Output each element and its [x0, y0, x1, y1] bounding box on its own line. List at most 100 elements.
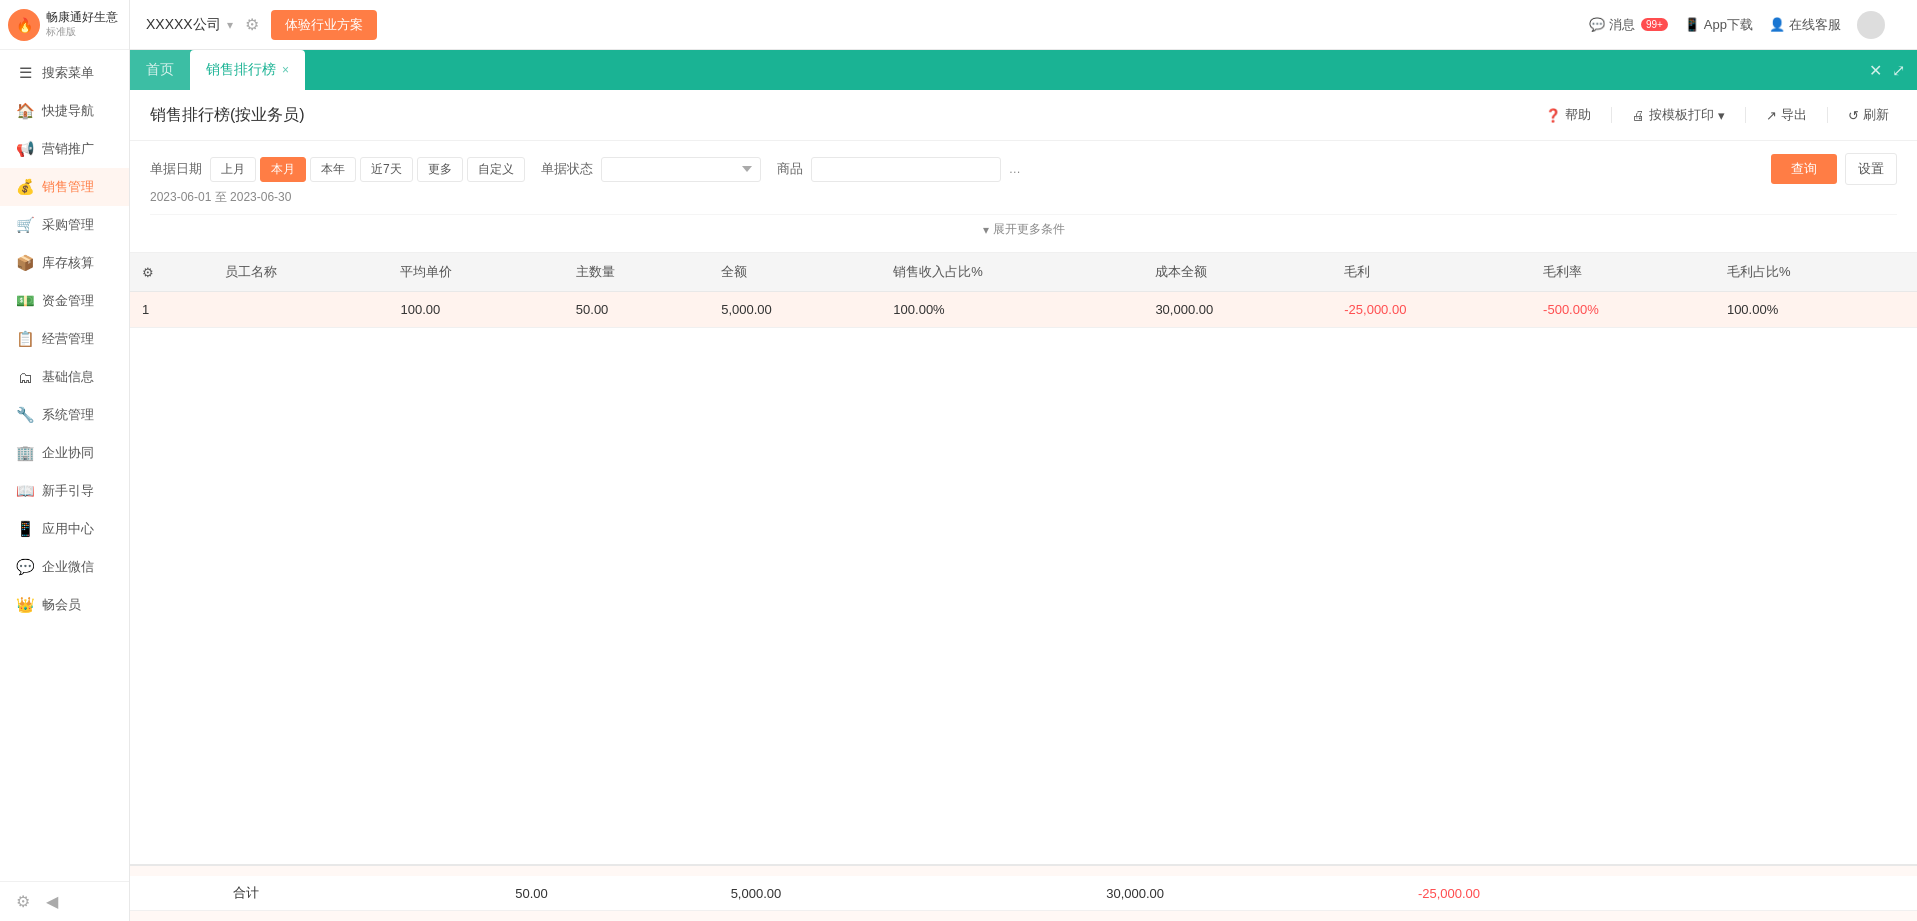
col-header-gross: 毛利: [1332, 253, 1531, 292]
filter-area: 单据日期 上月本月本年近7天更多自定义 单据状态 商品 …: [130, 141, 1917, 253]
date-filter-group: 单据日期 上月本月本年近7天更多自定义: [150, 157, 525, 182]
cell-avg_price: 100.00: [388, 292, 563, 328]
online-service-icon: 👤: [1769, 17, 1785, 32]
sidebar-icon-search: ☰: [16, 64, 34, 82]
goods-filter-group: 商品 …: [777, 157, 1021, 182]
divider3: [1827, 107, 1828, 123]
refresh-button[interactable]: ↺ 刷新: [1840, 102, 1897, 128]
footer-cell-gross: -25,000.00: [1406, 876, 1734, 911]
date-filter-label: 单据日期: [150, 160, 202, 178]
footer-cell-gross_pct: [1826, 876, 1917, 911]
logo-text: 畅康通好生意: [46, 10, 118, 26]
sidebar-item-member[interactable]: 👑畅会员: [0, 586, 129, 624]
goods-input[interactable]: [811, 157, 1001, 182]
sidebar-item-inventory[interactable]: 📦 库存核算: [0, 244, 129, 282]
status-label: 单据状态: [541, 160, 593, 178]
table-area: ⚙员工名称平均单价主数量全额销售收入占比%成本全额毛利毛利率毛利占比% 1100…: [130, 253, 1917, 864]
company-selector[interactable]: XXXXX公司 ▾: [146, 16, 233, 34]
sidebar-item-apps[interactable]: 📱应用中心: [0, 510, 129, 548]
sidebar-icon-wechat: 💬: [16, 558, 34, 576]
divider2: [1745, 107, 1746, 123]
cell-amount: 5,000.00: [709, 292, 881, 328]
footer-cell-sales_pct: [1003, 876, 1094, 911]
avatar[interactable]: [1857, 11, 1885, 39]
divider: [1611, 107, 1612, 123]
cell-gross: -25,000.00: [1332, 292, 1531, 328]
sidebar-item-system[interactable]: 🔧系统管理: [0, 396, 129, 434]
filter-row-1: 单据日期 上月本月本年近7天更多自定义 单据状态 商品 …: [150, 153, 1897, 185]
expand-more-button[interactable]: ▾ 展开更多条件: [983, 221, 1065, 238]
sidebar-item-purchase[interactable]: 🛒采购管理: [0, 206, 129, 244]
sidebar-item-sales[interactable]: 💰销售管理: [0, 168, 129, 206]
sidebar: 🔥 畅康通好生意 标准版 ☰搜索菜单🏠快捷导航📢营销推广💰销售管理🛒采购管理📦库…: [0, 0, 130, 921]
sidebar-item-marketing[interactable]: 📢营销推广: [0, 130, 129, 168]
tab-fullscreen-icon[interactable]: ⤢: [1892, 61, 1905, 80]
sidebar-label-finance: 资金管理: [42, 292, 94, 310]
tab-home-label: 首页: [146, 61, 174, 79]
print-button[interactable]: 🖨 按模板打印 ▾: [1624, 102, 1733, 128]
tab-actions: ✕ ⤢: [1857, 61, 1917, 80]
export-icon: ↗: [1766, 108, 1777, 123]
sidebar-item-enterprise[interactable]: 🏢企业协同: [0, 434, 129, 472]
sidebar-item-operations[interactable]: 📋经营管理: [0, 320, 129, 358]
sidebar-label-inventory: 库存核算: [42, 254, 94, 272]
sidebar-item-wechat[interactable]: 💬企业微信: [0, 548, 129, 586]
sidebar-item-finance[interactable]: 💵资金管理: [0, 282, 129, 320]
sidebar-item-basic[interactable]: 🗂 基础信息: [0, 358, 129, 396]
col-header-amount: 全额: [709, 253, 881, 292]
sidebar-icon-operations: 📋: [16, 330, 34, 348]
date-btn-上月[interactable]: 上月: [210, 157, 256, 182]
filter-settings-button[interactable]: 设置: [1845, 153, 1897, 185]
company-chevron-icon: ▾: [227, 18, 233, 32]
message-button[interactable]: 💬 消息 99+: [1589, 16, 1668, 34]
trial-button[interactable]: 体验行业方案: [271, 10, 377, 40]
page-header: 销售排行榜(按业务员) ❓ 帮助 🖨 按模板打印 ▾ ↗ 导出: [130, 90, 1917, 141]
more-options-btn[interactable]: …: [1009, 162, 1021, 176]
sidebar-label-basic: 基础信息: [42, 368, 94, 386]
sidebar-item-guide[interactable]: 📖新手引导: [0, 472, 129, 510]
status-select[interactable]: [601, 157, 761, 182]
footer-cell-amount: 5,000.00: [719, 876, 1003, 911]
sidebar-label-quick-nav: 快捷导航: [42, 102, 94, 120]
footer-cell-gross_rate: [1734, 876, 1825, 911]
date-btn-近7天[interactable]: 近7天: [360, 157, 413, 182]
sidebar-icon-basic: 🗂: [16, 369, 34, 386]
cell-sales_pct: 100.00%: [881, 292, 1143, 328]
tab-home[interactable]: 首页: [130, 50, 190, 90]
header-gear-icon[interactable]: ⚙: [245, 15, 259, 34]
footer-cell-settings: [130, 876, 221, 911]
col-header-cost: 成本全额: [1143, 253, 1332, 292]
tab-close-icon[interactable]: ×: [282, 63, 289, 77]
sidebar-label-marketing: 营销推广: [42, 140, 94, 158]
tab-close-all-icon[interactable]: ✕: [1869, 61, 1882, 80]
sidebar-collapse-icon[interactable]: ◀: [46, 892, 58, 911]
sidebar-label-guide: 新手引导: [42, 482, 94, 500]
cell-cost: 30,000.00: [1143, 292, 1332, 328]
sidebar-icon-inventory: 📦: [16, 254, 34, 272]
online-service-button[interactable]: 👤 在线客服: [1769, 16, 1841, 34]
cell-gross_rate: -500.00%: [1531, 292, 1715, 328]
footer-row: 合计50.005,000.0030,000.00-25,000.00: [130, 876, 1917, 911]
date-btn-本年[interactable]: 本年: [310, 157, 356, 182]
sidebar-label-search: 搜索菜单: [42, 64, 94, 82]
tab-sales-ranking[interactable]: 销售排行榜 ×: [190, 50, 305, 90]
sidebar-icon-sales: 💰: [16, 178, 34, 196]
date-btn-更多[interactable]: 更多: [417, 157, 463, 182]
help-button[interactable]: ❓ 帮助: [1537, 102, 1599, 128]
date-btn-本月[interactable]: 本月: [260, 157, 306, 182]
tab-sales-label: 销售排行榜: [206, 61, 276, 79]
sidebar-item-quick-nav[interactable]: 🏠快捷导航: [0, 92, 129, 130]
search-button[interactable]: 查询: [1771, 154, 1837, 184]
sidebar-settings-icon[interactable]: ⚙: [16, 892, 30, 911]
export-button[interactable]: ↗ 导出: [1758, 102, 1815, 128]
table-header: ⚙员工名称平均单价主数量全额销售收入占比%成本全额毛利毛利率毛利占比%: [130, 253, 1917, 292]
tab-bar: 首页 销售排行榜 × ✕ ⤢: [130, 50, 1917, 90]
app-download-button[interactable]: 📱 App下载: [1684, 16, 1753, 34]
date-btn-自定义[interactable]: 自定义: [467, 157, 525, 182]
date-buttons: 上月本月本年近7天更多自定义: [210, 157, 525, 182]
table-row: 1100.0050.005,000.00100.00%30,000.00-25,…: [130, 292, 1917, 328]
sidebar-item-search[interactable]: ☰ 搜索菜单: [0, 54, 129, 92]
status-filter-group: 单据状态: [541, 157, 761, 182]
header-right: 💬 消息 99+ 📱 App下载 👤 在线客服: [1589, 11, 1901, 39]
top-header: XXXXX公司 ▾ ⚙ 体验行业方案 💬 消息 99+ 📱 App下载 👤 在线…: [130, 0, 1917, 50]
